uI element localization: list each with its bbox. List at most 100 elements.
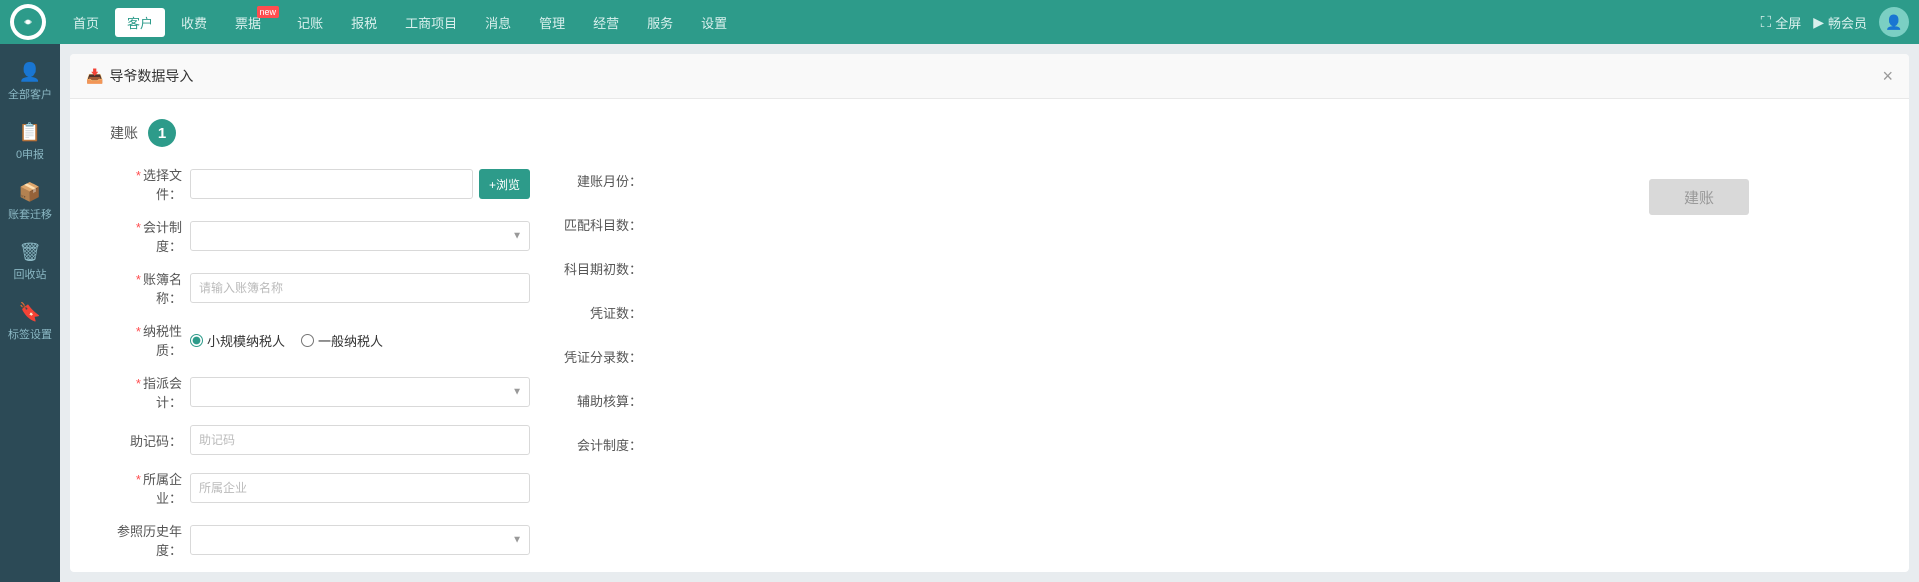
accountant-select-wrapper: ▼ [190, 377, 530, 407]
user-avatar[interactable]: 👤 [1879, 7, 1909, 37]
file-row: *选择文件： +浏览 [110, 165, 530, 203]
step-header: 建账 1 [110, 119, 530, 147]
browse-button[interactable]: +浏览 [479, 169, 530, 199]
accountant-select[interactable] [190, 377, 530, 407]
sidebar-item-all-customers[interactable]: 👤 全部客户 [0, 52, 60, 112]
match-subjects-label: 匹配科目数： [560, 215, 650, 234]
build-account-button[interactable]: 建账 [1649, 179, 1749, 215]
tax-type-small-label: 小规模纳税人 [207, 331, 285, 350]
sidebar-item-tag-settings[interactable]: 🔖 标签设置 [0, 292, 60, 352]
accounting-system-select[interactable] [190, 221, 530, 251]
sidebar-item-all-customers-label: 全部客户 [8, 86, 52, 102]
fullscreen-btn[interactable]: ⛶ 全屏 [1761, 13, 1802, 32]
info-accounting-system-label: 会计制度： [560, 435, 650, 454]
voucher-entries-value [650, 341, 1869, 371]
nav-item-tax[interactable]: 报税 [339, 8, 389, 37]
ledger-name-row: *账簿名称： [110, 269, 530, 307]
nav-item-business[interactable]: 工商项目 [393, 8, 469, 37]
build-month-label: 建账月份： [560, 171, 650, 190]
tag-icon: 🔖 [19, 302, 41, 323]
file-label: *选择文件： [110, 165, 190, 203]
memo-row: 助记码： [110, 425, 530, 455]
play-icon: ▶ [1813, 14, 1824, 31]
app-logo[interactable] [10, 4, 46, 40]
dialog-panel: 📥 导爷数据导入 × 建账 1 *选择文件： [70, 54, 1909, 572]
aux-accounting-row: 辅助核算： [560, 385, 1869, 415]
nav-item-management[interactable]: 管理 [527, 8, 577, 37]
sidebar-item-recycle-bin-label: 回收站 [14, 266, 47, 282]
fullscreen-icon: ⛶ [1761, 14, 1772, 31]
sidebar-item-account-migration-label: 账套迁移 [8, 206, 52, 222]
info-section: 建账月份： 匹配科目数： 科目期初数： 建账 凭证数： [530, 119, 1869, 572]
step-label: 建账 [110, 123, 138, 143]
tax-type-general-input[interactable] [301, 334, 314, 347]
accountant-label: *指派会计： [110, 373, 190, 411]
accounting-system-label: *会计制度： [110, 217, 190, 255]
dialog-title: 📥 导爷数据导入 [86, 66, 193, 86]
logo-icon [18, 12, 38, 32]
dialog-body: 建账 1 *选择文件： +浏览 *会计制度： [70, 99, 1909, 572]
company-row: *所属企业： [110, 469, 530, 507]
nav-item-bookkeeping[interactable]: 记账 [285, 8, 335, 37]
nav-item-messages[interactable]: 消息 [473, 8, 523, 37]
accounting-system-select-wrapper: ▼ [190, 221, 530, 251]
logo-inner [14, 8, 42, 36]
history-year-select-wrapper: ▼ [190, 525, 530, 555]
nav-menu: 首页 客户 收费 票据 new 记账 报税 工商项目 消息 管理 经营 服务 设… [61, 8, 1761, 37]
info-accounting-system-value [650, 429, 1869, 459]
tax-type-general-radio[interactable]: 一般纳税人 [301, 331, 383, 350]
form-section: 建账 1 *选择文件： +浏览 *会计制度： [110, 119, 530, 572]
sidebar-item-zero-report[interactable]: 📋 0申报 [0, 112, 60, 172]
file-input-group: +浏览 [190, 169, 530, 199]
subjects-initial-value [650, 253, 1869, 283]
nav-item-fees[interactable]: 收费 [169, 8, 219, 37]
report-icon: 📋 [19, 122, 41, 143]
dialog-title-text: 导爷数据导入 [109, 66, 193, 86]
company-label: *所属企业： [110, 469, 190, 507]
nav-item-services[interactable]: 服务 [635, 8, 685, 37]
sidebar-item-account-migration[interactable]: 📦 账套迁移 [0, 172, 60, 232]
memo-label: 助记码： [110, 431, 190, 450]
voucher-count-label: 凭证数： [560, 303, 650, 322]
member-btn[interactable]: ▶ 畅会员 [1813, 13, 1867, 32]
tax-type-small-radio[interactable]: 小规模纳税人 [190, 331, 285, 350]
sidebar-item-zero-report-label: 0申报 [16, 146, 44, 162]
accountant-row: *指派会计： ▼ [110, 373, 530, 411]
history-year-label: 参照历史年度： [110, 521, 190, 559]
ledger-name-input[interactable] [190, 273, 530, 303]
migration-icon: 📦 [19, 182, 41, 203]
top-navigation: 首页 客户 收费 票据 new 记账 报税 工商项目 消息 管理 经营 服务 设… [0, 0, 1919, 44]
memo-input[interactable] [190, 425, 530, 455]
import-icon: 📥 [86, 68, 103, 85]
file-input[interactable] [190, 169, 473, 199]
sidebar-item-recycle-bin[interactable]: 🗑 回收站 [0, 232, 60, 292]
history-year-select[interactable] [190, 525, 530, 555]
accounting-system-row: *会计制度： ▼ [110, 217, 530, 255]
voucher-entries-label: 凭证分录数： [560, 347, 650, 366]
ledger-name-label: *账簿名称： [110, 269, 190, 307]
tax-type-radio-group: 小规模纳税人 一般纳税人 [190, 331, 530, 350]
info-accounting-system-row: 会计制度： [560, 429, 1869, 459]
main-content: 📥 导爷数据导入 × 建账 1 *选择文件： [60, 44, 1919, 582]
nav-right: ⛶ 全屏 ▶ 畅会员 👤 [1761, 7, 1909, 37]
nav-item-operations[interactable]: 经营 [581, 8, 631, 37]
close-button[interactable]: × [1882, 67, 1893, 85]
left-sidebar: 👤 全部客户 📋 0申报 📦 账套迁移 🗑 回收站 🔖 标签设置 [0, 44, 60, 582]
voucher-count-value [650, 297, 1869, 327]
history-year-row: 参照历史年度： ▼ [110, 521, 530, 559]
nav-item-settings[interactable]: 设置 [689, 8, 739, 37]
tax-type-small-input[interactable] [190, 334, 203, 347]
step-circle: 1 [148, 119, 176, 147]
nav-item-customers[interactable]: 客户 [115, 8, 165, 37]
nav-item-home[interactable]: 首页 [61, 8, 111, 37]
fullscreen-label: 全屏 [1775, 13, 1801, 32]
sidebar-item-tag-settings-label: 标签设置 [8, 326, 52, 342]
nav-item-invoices[interactable]: 票据 new [223, 8, 281, 37]
member-label: 畅会员 [1828, 13, 1867, 32]
build-button-area: 建账 [1649, 179, 1749, 215]
voucher-count-row: 凭证数： [560, 297, 1869, 327]
subjects-initial-row: 科目期初数： [560, 253, 1869, 283]
dialog-header: 📥 导爷数据导入 × [70, 54, 1909, 99]
company-input[interactable] [190, 473, 530, 503]
subjects-initial-label: 科目期初数： [560, 259, 650, 278]
